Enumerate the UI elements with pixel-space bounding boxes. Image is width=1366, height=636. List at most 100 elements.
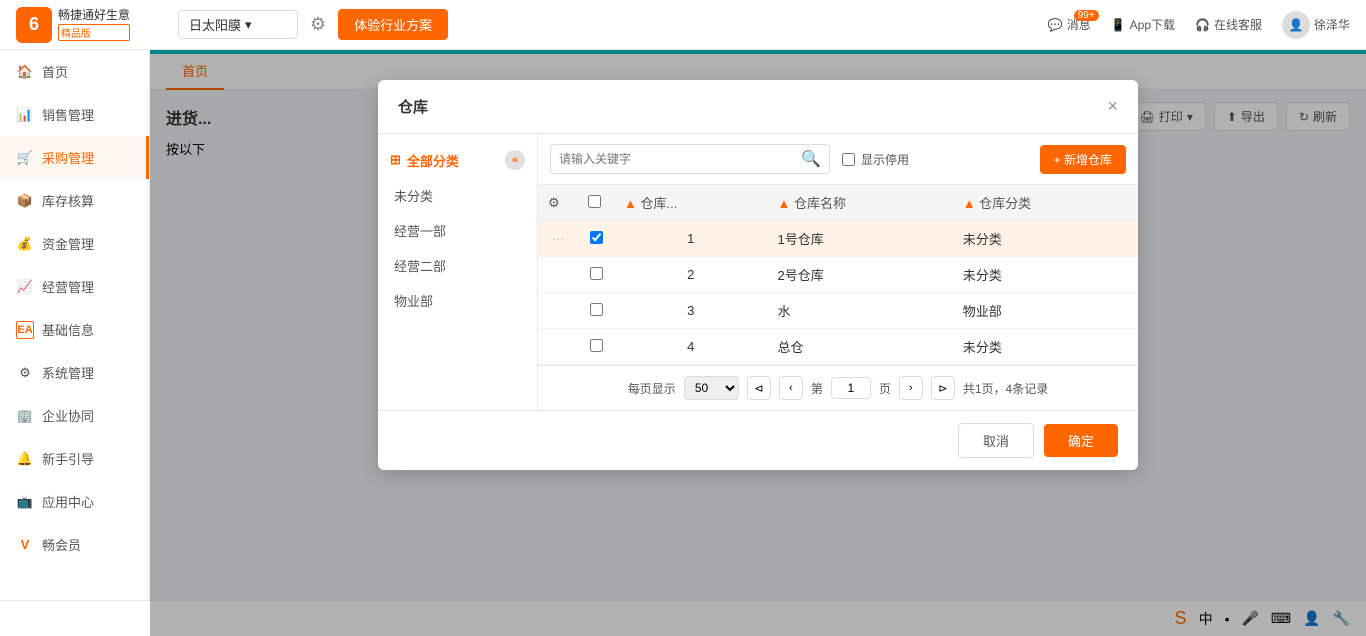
col-name: ▲ 仓库名称 <box>767 185 952 221</box>
app-label: App下载 <box>1130 16 1175 33</box>
table-row[interactable]: 4 总仓 未分类 <box>538 329 1138 365</box>
search-icon: 🔍 <box>801 149 821 169</box>
message-icon-item[interactable]: 💬 消息 99+ <box>1048 16 1091 33</box>
store-name: 日太阳膜 <box>189 15 241 34</box>
user-area[interactable]: 👤 徐泽华 <box>1282 11 1350 39</box>
modal-footer: 取消 确定 <box>378 410 1138 470</box>
gear-button[interactable]: ⚙ <box>310 14 326 35</box>
category-all[interactable]: ⊞ 全部分类 « <box>378 142 537 178</box>
row-checkbox-cell[interactable] <box>578 293 614 329</box>
online-service-item[interactable]: 🎧 在线客服 <box>1195 16 1262 33</box>
message-icon: 💬 <box>1048 18 1063 32</box>
table-header-row: ⚙ ▲ 仓库... <box>538 185 1138 221</box>
prev-page-button[interactable]: ‹ <box>779 376 803 400</box>
system-icon: ⚙ <box>16 364 34 382</box>
purchase-icon: 🛒 <box>16 149 34 167</box>
show-disabled-checkbox[interactable]: 显示停用 <box>842 151 909 168</box>
sidebar-item-label-inventory: 库存核算 <box>42 191 94 210</box>
select-all-checkbox[interactable] <box>588 195 601 208</box>
table-toolbar: 🔍 显示停用 + 新增仓库 <box>538 134 1138 185</box>
sidebar-item-label-sales: 销售管理 <box>42 105 94 124</box>
page-number-input[interactable] <box>831 377 871 399</box>
row-number: 3 <box>614 293 767 329</box>
basic-info-icon: EA <box>16 321 34 339</box>
table-panel: 🔍 显示停用 + 新增仓库 <box>538 134 1138 410</box>
show-disabled-input[interactable] <box>842 153 855 166</box>
warehouse-modal: 仓库 × ⊞ 全部分类 « 未分类 经营一部 经营二部 <box>378 80 1138 470</box>
cat-item-0[interactable]: 未分类 <box>378 178 537 213</box>
row-category: 未分类 <box>953 257 1138 293</box>
sidebar-item-system[interactable]: ⚙ 系统管理 <box>0 351 149 394</box>
cat-sort-icon: ▲ <box>963 196 976 211</box>
sidebar-item-enterprise[interactable]: 🏢 企业协同 <box>0 394 149 437</box>
sidebar-item-member[interactable]: V 畅会员 <box>0 523 149 566</box>
sidebar-item-label-guide: 新手引导 <box>42 449 94 468</box>
sidebar-item-sales[interactable]: 📊 销售管理 <box>0 93 149 136</box>
sidebar-item-guide[interactable]: 🔔 新手引导 <box>0 437 149 480</box>
app-download-item[interactable]: 📱 App下载 <box>1111 16 1175 33</box>
page-summary: 共1页，4条记录 <box>963 380 1048 397</box>
sidebar-item-label-purchase: 采购管理 <box>42 148 94 167</box>
store-selector[interactable]: 日太阳膜 ▾ <box>178 10 298 39</box>
app-icon: 📱 <box>1111 18 1126 32</box>
sidebar-item-label-member: 畅会员 <box>42 535 81 554</box>
search-box: 🔍 <box>550 144 830 174</box>
cat-item-2[interactable]: 经营二部 <box>378 248 537 283</box>
sales-icon: 📊 <box>16 106 34 124</box>
experience-button[interactable]: 体验行业方案 <box>338 9 448 40</box>
avatar: 👤 <box>1282 11 1310 39</box>
inventory-icon: 📦 <box>16 192 34 210</box>
search-input[interactable] <box>559 152 795 166</box>
all-categories-label: 全部分类 <box>407 151 459 170</box>
col-checkbox <box>578 185 614 221</box>
sidebar-item-label-enterprise: 企业协同 <box>42 406 94 425</box>
sidebar-item-label-app-center: 应用中心 <box>42 492 94 511</box>
row-category: 未分类 <box>953 221 1138 257</box>
main-content: 首页 进货... 🖨 打印 ▾ ⬆ 导出 ↻ 刷新 <box>150 50 1366 636</box>
sidebar-item-purchase[interactable]: 🛒 采购管理 <box>0 136 149 179</box>
enterprise-icon: 🏢 <box>16 407 34 425</box>
row-select-checkbox[interactable] <box>590 303 603 316</box>
logo-text: 畅捷通好生意 <box>58 8 130 24</box>
sidebar-item-basic-info[interactable]: EA 基础信息 <box>0 308 149 351</box>
confirm-button[interactable]: 确定 <box>1044 424 1118 457</box>
row-gear: ··· <box>538 221 578 257</box>
logo-badge: 精品版 <box>58 24 130 41</box>
row-checkbox-cell[interactable] <box>578 257 614 293</box>
sort-icon: ▲ <box>624 196 637 211</box>
collapse-button[interactable]: « <box>505 150 525 170</box>
first-page-button[interactable]: ⊲ <box>747 376 771 400</box>
row-gear <box>538 293 578 329</box>
cancel-button[interactable]: 取消 <box>958 423 1034 458</box>
sidebar-item-home[interactable]: 🏠 首页 <box>0 50 149 93</box>
sidebar-item-label-finance: 资金管理 <box>42 234 94 253</box>
sidebar-item-operations[interactable]: 📈 经营管理 <box>0 265 149 308</box>
modal-close-button[interactable]: × <box>1107 96 1118 117</box>
row-checkbox-cell[interactable] <box>578 221 614 257</box>
row-select-checkbox[interactable] <box>590 231 603 244</box>
cat-item-3[interactable]: 物业部 <box>378 283 537 318</box>
row-select-checkbox[interactable] <box>590 339 603 352</box>
table-row[interactable]: 2 2号仓库 未分类 <box>538 257 1138 293</box>
row-name: 总仓 <box>767 329 952 365</box>
message-badge: 99+ <box>1074 10 1099 21</box>
row-select-checkbox[interactable] <box>590 267 603 280</box>
row-checkbox-cell[interactable] <box>578 329 614 365</box>
per-page-select[interactable]: 50 10 20 100 <box>684 376 739 400</box>
gear-icon[interactable]: ⚙ <box>548 195 560 210</box>
table-row[interactable]: 3 水 物业部 <box>538 293 1138 329</box>
sidebar-item-app-center[interactable]: 📺 应用中心 <box>0 480 149 523</box>
sidebar-item-finance[interactable]: 💰 资金管理 <box>0 222 149 265</box>
page-suffix: 页 <box>879 380 891 397</box>
add-warehouse-button[interactable]: + 新增仓库 <box>1040 145 1126 174</box>
table-row[interactable]: ··· 1 1号仓库 未分类 <box>538 221 1138 257</box>
header-icons: 💬 消息 99+ 📱 App下载 🎧 在线客服 👤 徐泽华 <box>1048 11 1350 39</box>
col-code: ▲ 仓库... <box>614 185 767 221</box>
last-page-button[interactable]: ⊳ <box>931 376 955 400</box>
home-icon: 🏠 <box>16 63 34 81</box>
sidebar-item-label-system: 系统管理 <box>42 363 94 382</box>
sidebar-item-inventory[interactable]: 📦 库存核算 <box>0 179 149 222</box>
cat-item-1[interactable]: 经营一部 <box>378 213 537 248</box>
headset-icon: 🎧 <box>1195 18 1210 32</box>
next-page-button[interactable]: › <box>899 376 923 400</box>
